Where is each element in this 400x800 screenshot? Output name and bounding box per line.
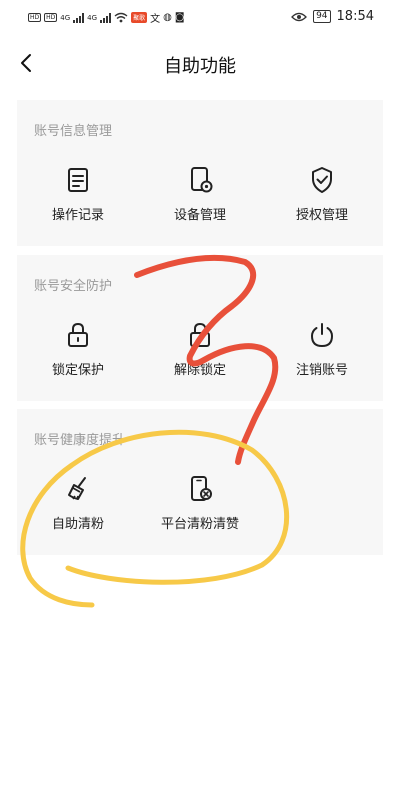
page-title: 自助功能 (164, 56, 236, 77)
power-icon (310, 323, 334, 348)
item-label: 操作记录 (51, 208, 104, 223)
item-device-management[interactable]: 设备管理 (145, 166, 255, 223)
item-label: 锁定保护 (51, 363, 104, 378)
document-icon (68, 168, 88, 192)
unlock-icon (190, 322, 210, 347)
network-type-2: 4G (87, 13, 98, 22)
sim1-indicator: HD (28, 13, 42, 22)
wechat-icon: ◍ (163, 12, 172, 23)
shield-check-icon (312, 167, 332, 193)
battery-indicator: 94 (313, 10, 331, 23)
section-account-security: 账号安全防护 锁定保护 解除锁定 注销账号 (17, 255, 383, 401)
item-operation-log[interactable]: 操作记录 (23, 166, 133, 223)
item-unlock[interactable]: 解除锁定 (145, 321, 255, 378)
signal-icon-2 (100, 12, 112, 23)
app-badge: 聚歌 (131, 12, 148, 23)
device-settings-icon (191, 167, 213, 193)
clock: 18:54 (336, 9, 374, 24)
app-icon: ◙ (174, 12, 185, 23)
item-label: 授权管理 (295, 208, 348, 223)
item-cancel-account[interactable]: 注销账号 (267, 321, 377, 378)
wifi-icon (114, 12, 128, 23)
item-lock-protection[interactable]: 锁定保护 (23, 321, 133, 378)
item-label: 解除锁定 (173, 363, 226, 378)
item-label: 设备管理 (173, 208, 226, 223)
page-header: 自助功能 (0, 40, 400, 88)
item-label: 平台清粉清赞 (160, 517, 239, 532)
notification-icon: 文 (150, 14, 161, 25)
section-title: 账号信息管理 (34, 124, 113, 139)
item-self-clear-fans[interactable]: 自助清粉 (23, 475, 133, 532)
eye-icon (291, 12, 307, 21)
item-platform-clear-fans-likes[interactable]: 平台清粉清赞 (145, 475, 255, 532)
sim2-indicator: HD (44, 13, 58, 22)
item-label: 自助清粉 (51, 517, 104, 532)
status-right: 94 18:54 (291, 9, 374, 24)
item-label: 注销账号 (295, 363, 348, 378)
broom-icon (68, 477, 86, 500)
status-left: HD HD 4G 4G 聚歌 文 ◍ ◙ (28, 10, 185, 25)
phone-clear-icon (191, 476, 212, 501)
section-title: 账号健康度提升 (34, 433, 126, 448)
network-type-1: 4G (60, 13, 71, 22)
signal-icon (73, 12, 85, 23)
item-authorization-management[interactable]: 授权管理 (267, 166, 377, 223)
section-account-health: 账号健康度提升 自助清粉 平台清粉清赞 (17, 409, 383, 555)
status-bar: HD HD 4G 4G 聚歌 文 ◍ ◙ 94 18:54 (0, 0, 400, 38)
lock-icon (68, 322, 88, 347)
section-title: 账号安全防护 (34, 279, 113, 294)
section-account-info: 账号信息管理 操作记录 设备管理 授权管理 (17, 100, 383, 246)
